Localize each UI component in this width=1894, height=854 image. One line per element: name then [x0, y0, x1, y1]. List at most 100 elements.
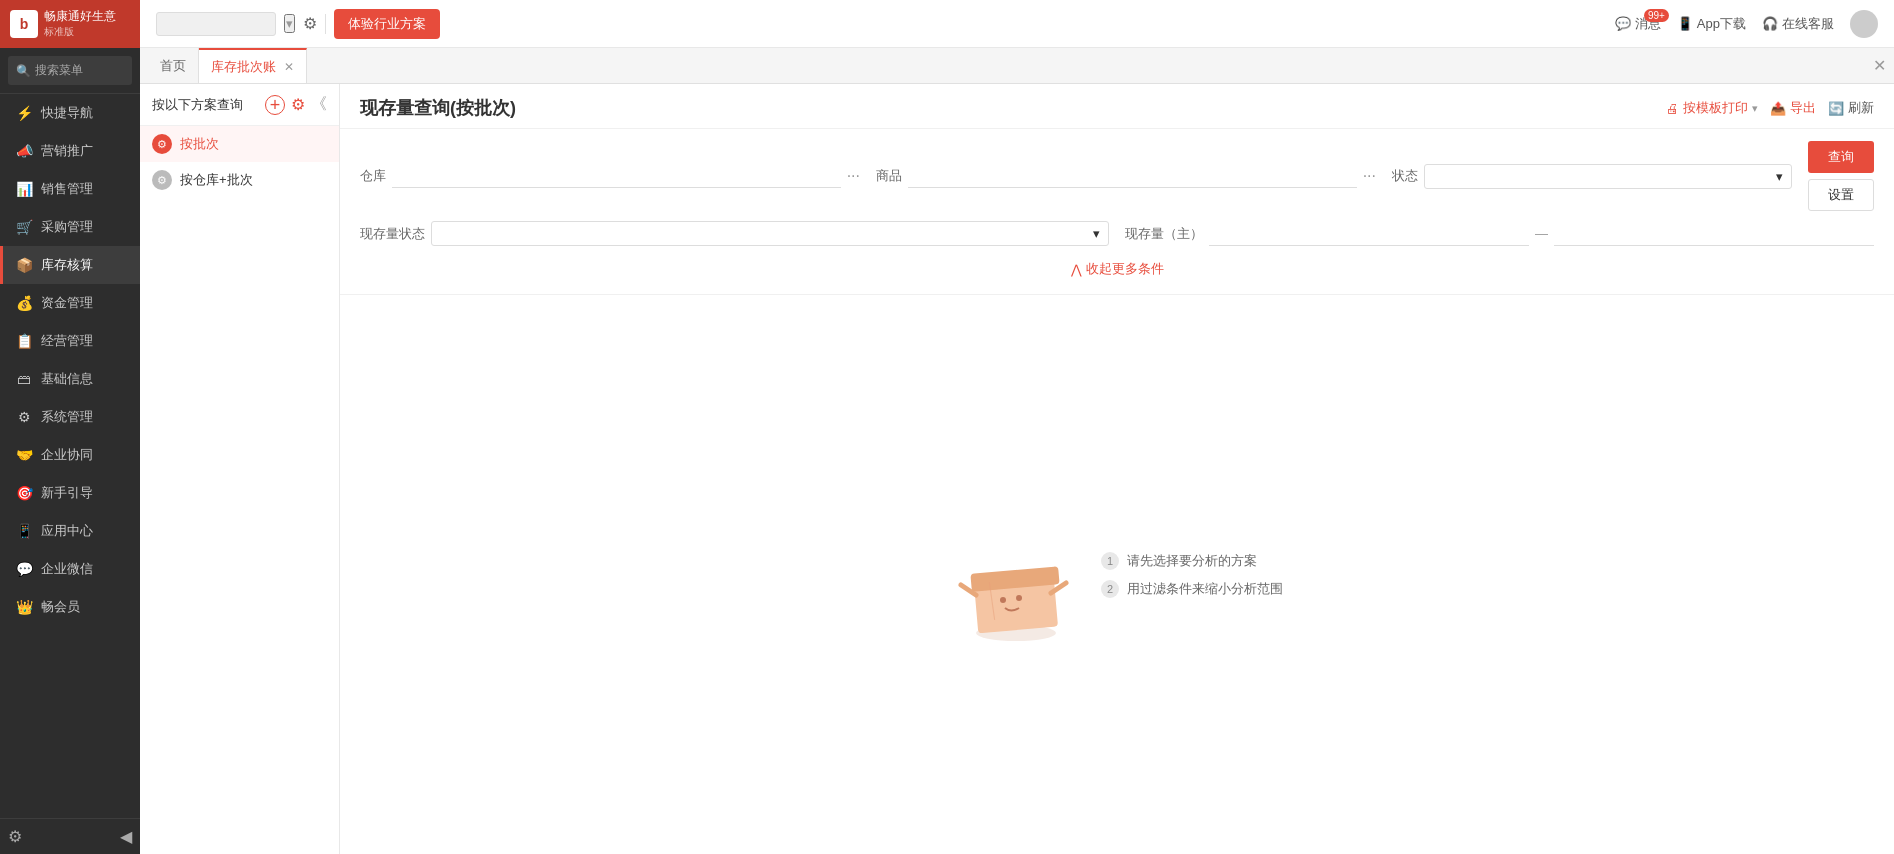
- left-panel: 按以下方案查询 + ⚙ 《 ⚙ 按批次 ⚙ 按仓库+批次: [140, 84, 340, 854]
- goods-filter-group: 商品 ···: [876, 164, 1376, 188]
- warehouse-more-icon[interactable]: ···: [847, 167, 860, 185]
- hint-num-1: 1: [1101, 552, 1119, 570]
- scheme-item-batch[interactable]: ⚙ 按批次: [140, 126, 339, 162]
- basic-icon: 🗃: [15, 370, 33, 388]
- empty-hint-2: 2 用过滤条件来缩小分析范围: [1101, 580, 1283, 598]
- members-icon: 👑: [15, 598, 33, 616]
- members-label: 畅会员: [41, 598, 80, 616]
- apps-label: 应用中心: [41, 522, 93, 540]
- sidebar-item-inventory[interactable]: 📦 库存核算: [0, 246, 140, 284]
- tab-home[interactable]: 首页: [148, 48, 199, 83]
- scheme-batch-label: 按批次: [180, 135, 219, 153]
- wechat-icon: 💬: [15, 560, 33, 578]
- main-area: ▾ ⚙ 体验行业方案 💬 消息 99+ 📱 App下载 🎧 在线客服: [140, 0, 1894, 854]
- app-name: 畅康通好生意: [44, 9, 116, 25]
- export-button[interactable]: 📤 导出: [1770, 99, 1816, 117]
- search-menu-button[interactable]: 🔍 搜索菜单: [8, 56, 132, 85]
- sidebar-item-basic[interactable]: 🗃 基础信息: [0, 360, 140, 398]
- sidebar-item-wechat[interactable]: 💬 企业微信: [0, 550, 140, 588]
- topbar-settings-button[interactable]: ⚙: [303, 14, 317, 33]
- sidebar-collapse-button[interactable]: ◀: [120, 827, 132, 846]
- print-button[interactable]: 🖨 按模板打印 ▾: [1666, 99, 1758, 117]
- collapse-row: ⋀ 收起更多条件: [360, 256, 1874, 282]
- apps-icon: 📱: [15, 522, 33, 540]
- topbar-divider: [325, 14, 326, 34]
- close-all-tabs-button[interactable]: ✕: [1873, 56, 1886, 75]
- sidebar-item-enterprise[interactable]: 🤝 企业协同: [0, 436, 140, 474]
- sidebar-item-apps[interactable]: 📱 应用中心: [0, 512, 140, 550]
- page-title: 现存量查询(按批次): [360, 96, 516, 120]
- scheme-settings-button[interactable]: ⚙: [291, 95, 305, 114]
- topbar-left: ▾ ⚙ 体验行业方案: [156, 9, 1607, 39]
- app-download-label: App下载: [1697, 15, 1746, 33]
- refresh-button[interactable]: 🔄 刷新: [1828, 99, 1874, 117]
- goods-more-icon[interactable]: ···: [1363, 167, 1376, 185]
- query-button[interactable]: 查询: [1808, 141, 1874, 173]
- app-logo: b: [10, 10, 38, 38]
- inventory-amount-to[interactable]: [1554, 222, 1874, 246]
- topbar-right: 💬 消息 99+ 📱 App下载 🎧 在线客服: [1615, 10, 1878, 38]
- trial-button[interactable]: 体验行业方案: [334, 9, 440, 39]
- sidebar-item-purchase[interactable]: 🛒 采购管理: [0, 208, 140, 246]
- page-actions: 🖨 按模板打印 ▾ 📤 导出 🔄 刷新: [1666, 99, 1874, 117]
- guide-label: 新手引导: [41, 484, 93, 502]
- sidebar-item-quick-nav[interactable]: ⚡ 快捷导航: [0, 94, 140, 132]
- app-download-button[interactable]: 📱 App下载: [1677, 15, 1746, 33]
- sidebar-settings-button[interactable]: ⚙: [8, 827, 22, 846]
- operations-label: 经营管理: [41, 332, 93, 350]
- right-panel: 现存量查询(按批次) 🖨 按模板打印 ▾ 📤 导出 🔄 刷新: [340, 84, 1894, 854]
- sidebar-item-sales[interactable]: 📊 销售管理: [0, 170, 140, 208]
- tab-batch-account[interactable]: 库存批次账 ✕: [199, 48, 307, 83]
- svg-point-3: [1000, 597, 1006, 603]
- export-label: 导出: [1790, 99, 1816, 117]
- status-chevron-icon: ▾: [1776, 169, 1783, 184]
- sidebar-item-marketing[interactable]: 📣 营销推广: [0, 132, 140, 170]
- filter-row-2: 现存量状态 ▾ 现存量（主） —: [360, 221, 1874, 246]
- sidebar-search-area[interactable]: 🔍 搜索菜单: [0, 48, 140, 94]
- inventory-amount-from[interactable]: [1209, 222, 1529, 246]
- messages-button[interactable]: 💬 消息 99+: [1615, 15, 1661, 33]
- finance-icon: 💰: [15, 294, 33, 312]
- sidebar-item-system[interactable]: ⚙ 系统管理: [0, 398, 140, 436]
- settings-footer-icon: ⚙: [8, 828, 22, 845]
- page-header: 现存量查询(按批次) 🖨 按模板打印 ▾ 📤 导出 🔄 刷新: [340, 84, 1894, 129]
- sidebar-item-members[interactable]: 👑 畅会员: [0, 588, 140, 626]
- topbar-chevron-button[interactable]: ▾: [284, 14, 295, 33]
- message-icon: 💬: [1615, 16, 1631, 31]
- goods-input[interactable]: [908, 164, 1357, 188]
- basic-label: 基础信息: [41, 370, 93, 388]
- scheme-warehouse-label: 按仓库+批次: [180, 171, 253, 189]
- left-panel-header: 按以下方案查询 + ⚙ 《: [140, 84, 339, 126]
- tab-home-label: 首页: [160, 57, 186, 75]
- sidebar-item-guide[interactable]: 🎯 新手引导: [0, 474, 140, 512]
- add-scheme-button[interactable]: +: [265, 95, 285, 115]
- warehouse-input[interactable]: [392, 164, 841, 188]
- breadcrumb-input[interactable]: [156, 12, 276, 36]
- filter-row-1: 仓库 ··· 商品 ··· 状态 ▾: [360, 141, 1874, 211]
- tab-close-icon[interactable]: ✕: [284, 60, 294, 74]
- inventory-status-select[interactable]: ▾: [431, 221, 1109, 246]
- filter-settings-button[interactable]: 设置: [1808, 179, 1874, 211]
- content-area: 按以下方案查询 + ⚙ 《 ⚙ 按批次 ⚙ 按仓库+批次 现存量查询(按批次): [140, 84, 1894, 854]
- status-select[interactable]: ▾: [1424, 164, 1792, 189]
- headset-icon: 🎧: [1762, 16, 1778, 31]
- scheme-item-warehouse-batch[interactable]: ⚙ 按仓库+批次: [140, 162, 339, 198]
- sidebar-item-finance[interactable]: 💰 资金管理: [0, 284, 140, 322]
- sidebar-footer: ⚙ ◀: [0, 818, 140, 854]
- inventory-icon: 📦: [15, 256, 33, 274]
- sidebar-header: b 畅康通好生意 标准版: [0, 0, 140, 48]
- collapse-label: 收起更多条件: [1086, 260, 1164, 278]
- user-avatar-button[interactable]: [1850, 10, 1878, 38]
- sales-label: 销售管理: [41, 180, 93, 198]
- online-service-button[interactable]: 🎧 在线客服: [1762, 15, 1834, 33]
- sidebar-nav: ⚡ 快捷导航 📣 营销推广 📊 销售管理 🛒 采购管理 📦 库存核算 💰 资金管…: [0, 94, 140, 818]
- quick-nav-icon: ⚡: [15, 104, 33, 122]
- collapse-conditions-button[interactable]: ⋀ 收起更多条件: [1071, 260, 1164, 278]
- print-icon: 🖨: [1666, 101, 1679, 116]
- system-icon: ⚙: [15, 408, 33, 426]
- print-label: 按模板打印: [1683, 99, 1748, 117]
- left-panel-collapse-button[interactable]: 《: [311, 94, 327, 115]
- system-label: 系统管理: [41, 408, 93, 426]
- hint-text-2: 用过滤条件来缩小分析范围: [1127, 580, 1283, 598]
- sidebar-item-operations[interactable]: 📋 经营管理: [0, 322, 140, 360]
